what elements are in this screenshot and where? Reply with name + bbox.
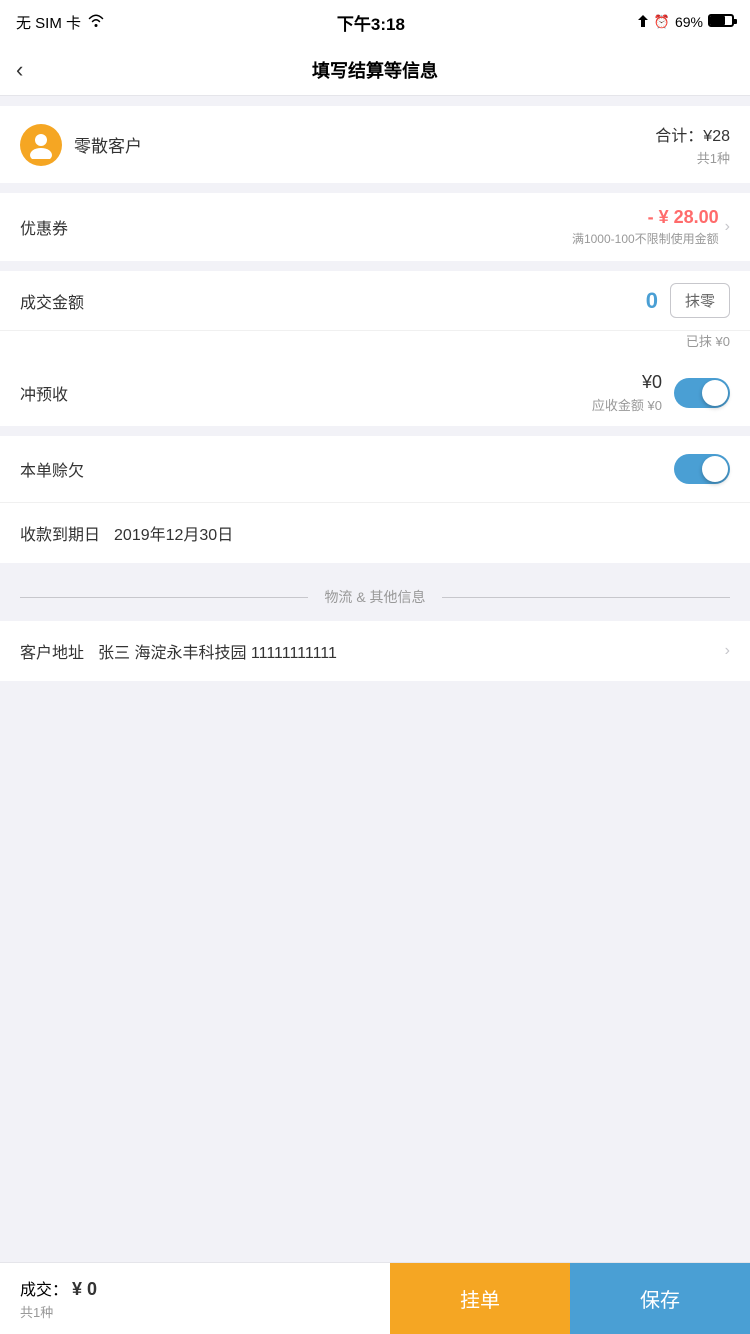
amount-value: 0 (646, 288, 658, 314)
customer-left: 零散客户 (20, 124, 142, 166)
amount-right: 0 抹零 (646, 283, 730, 318)
page-title: 填写结算等信息 (312, 57, 438, 83)
prepayment-receivable: 应收金额 ¥0 (592, 395, 662, 414)
coupon-description: 满1000-100不限制使用金额 (572, 230, 719, 247)
status-right: ⏰ 69% (637, 14, 734, 31)
customer-right: 合计：¥28 共1种 (655, 122, 730, 167)
customer-row: 零散客户 合计：¥28 共1种 (0, 106, 750, 183)
address-value: 张三 海淀永丰科技园 11111111111 (98, 639, 725, 663)
status-bar: 无 SIM 卡 下午3:18 ⏰ 69% (0, 0, 750, 44)
prepayment-toggle[interactable] (674, 378, 730, 408)
debit-label: 本单赊欠 (20, 457, 84, 481)
amount-label: 成交金额 (20, 289, 84, 313)
coupon-label: 优惠券 (20, 215, 68, 239)
toggle-knob (702, 380, 728, 406)
total-count: 共1种 (655, 148, 730, 167)
back-button[interactable]: ‹ (16, 57, 23, 83)
location-icon (637, 14, 649, 31)
prepayment-right: ¥0 应收金额 ¥0 (592, 372, 730, 414)
prepayment-values: ¥0 应收金额 ¥0 (592, 372, 662, 414)
total-amount: 合计：¥28 (655, 122, 730, 146)
battery-percentage: 69% (675, 14, 703, 30)
bottom-summary: 成交： ¥ 0 共1种 (0, 1276, 390, 1321)
due-date-label: 收款到期日 (20, 521, 100, 545)
hang-button[interactable]: 挂单 (390, 1263, 570, 1334)
logistics-section-header: 物流 & 其他信息 (0, 573, 750, 621)
debit-toggle-knob (702, 456, 728, 482)
address-section: 客户地址 张三 海淀永丰科技园 11111111111 › (0, 621, 750, 681)
main-content: 零散客户 合计：¥28 共1种 优惠券 - ¥ 28.00 满1000-100不… (0, 106, 750, 963)
customer-name: 零散客户 (74, 132, 142, 157)
content-spacer (0, 691, 750, 891)
logistics-line-right (442, 597, 730, 598)
coupon-section: 优惠券 - ¥ 28.00 满1000-100不限制使用金额 › (0, 193, 750, 261)
alarm-icon: ⏰ (654, 14, 670, 30)
transaction-section: 成交金额 0 抹零 已抹 ¥0 冲预收 ¥0 应收金额 ¥0 (0, 271, 750, 426)
prepayment-row: 冲预收 ¥0 应收金额 ¥0 (0, 360, 750, 426)
status-left: 无 SIM 卡 (16, 12, 105, 33)
prepayment-label: 冲预收 (20, 381, 68, 405)
battery-icon (708, 14, 734, 30)
save-button[interactable]: 保存 (570, 1263, 750, 1334)
nav-bar: ‹ 填写结算等信息 (0, 44, 750, 96)
amount-row: 成交金额 0 抹零 (0, 271, 750, 331)
already-rounded-text: 已抹 ¥0 (0, 331, 750, 360)
customer-avatar (20, 124, 62, 166)
debit-row: 本单赊欠 (0, 436, 750, 502)
due-date-value: 2019年12月30日 (114, 521, 233, 545)
address-row[interactable]: 客户地址 张三 海淀永丰科技园 11111111111 › (0, 621, 750, 681)
debit-toggle[interactable] (674, 454, 730, 484)
bottom-bar: 成交： ¥ 0 共1种 挂单 保存 (0, 1262, 750, 1334)
carrier-text: 无 SIM 卡 (16, 12, 81, 33)
coupon-value-group: - ¥ 28.00 满1000-100不限制使用金额 (572, 207, 719, 247)
prepayment-amount: ¥0 (592, 372, 662, 393)
logistics-divider-row: 物流 & 其他信息 (20, 587, 730, 607)
coupon-chevron-icon: › (725, 218, 730, 236)
coupon-row[interactable]: 优惠券 - ¥ 28.00 满1000-100不限制使用金额 › (0, 193, 750, 261)
coupon-value: - ¥ 28.00 (572, 207, 719, 228)
due-date-row: 收款到期日 2019年12月30日 (0, 502, 750, 563)
round-button[interactable]: 抹零 (670, 283, 730, 318)
address-label: 客户地址 (20, 639, 84, 663)
status-time: 下午3:18 (337, 10, 405, 35)
bottom-count: 共1种 (20, 1302, 370, 1321)
logistics-line-left (20, 597, 308, 598)
logistics-label: 物流 & 其他信息 (324, 587, 425, 607)
bottom-amount: ¥ 0 (72, 1279, 97, 1300)
address-chevron-icon: › (725, 642, 730, 660)
debit-section: 本单赊欠 收款到期日 2019年12月30日 (0, 436, 750, 563)
wifi-icon (87, 13, 105, 31)
coupon-right: - ¥ 28.00 满1000-100不限制使用金额 › (572, 207, 730, 247)
customer-section: 零散客户 合计：¥28 共1种 (0, 106, 750, 183)
bottom-transaction-label: 成交： (20, 1276, 68, 1300)
